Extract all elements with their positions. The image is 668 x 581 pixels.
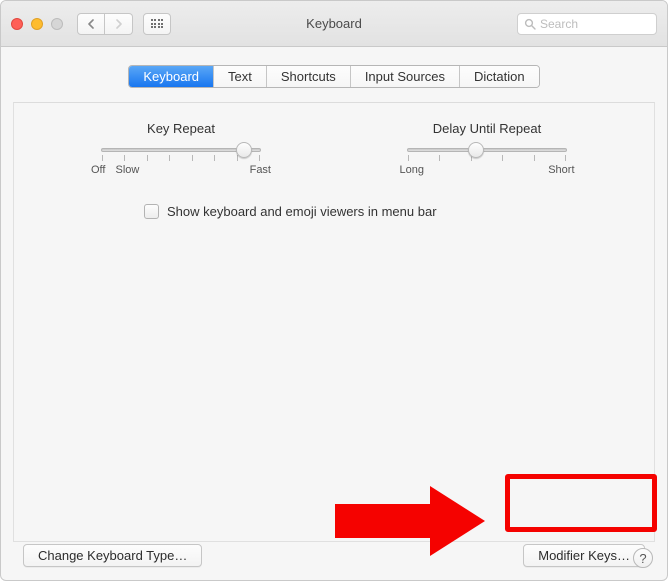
chevron-left-icon [87, 19, 95, 29]
window-controls [11, 18, 63, 30]
show-viewers-row: Show keyboard and emoji viewers in menu … [144, 204, 630, 219]
show-viewers-checkbox[interactable] [144, 204, 159, 219]
range-short-label: Short [548, 164, 574, 176]
tab-dictation[interactable]: Dictation [460, 66, 539, 87]
tab-input-sources[interactable]: Input Sources [351, 66, 460, 87]
bottom-buttons: Change Keyboard Type… Modifier Keys… [11, 544, 657, 567]
range-long-label: Long [400, 164, 424, 176]
key-repeat-group: Key Repeat Off Slow Fast [81, 121, 281, 176]
back-button[interactable] [77, 13, 105, 35]
sliders-row: Key Repeat Off Slow Fast Delay Unti [38, 121, 630, 176]
tab-bar: Keyboard Text Shortcuts Input Sources Di… [1, 65, 667, 88]
key-repeat-range-labels: Off Slow Fast [91, 164, 271, 176]
forward-button [105, 13, 133, 35]
delay-repeat-slider[interactable] [407, 148, 567, 152]
range-slow-label: Slow [115, 164, 139, 176]
nav-group [77, 13, 133, 35]
preferences-window: Keyboard Search Keyboard Text Shortcuts … [0, 0, 668, 581]
slider-knob[interactable] [468, 142, 484, 158]
show-viewers-label: Show keyboard and emoji viewers in menu … [167, 204, 437, 219]
range-off-label: Off [91, 164, 105, 176]
minimize-icon[interactable] [31, 18, 43, 30]
show-all-button[interactable] [143, 13, 171, 35]
modifier-keys-button[interactable]: Modifier Keys… [523, 544, 645, 567]
search-field[interactable]: Search [517, 13, 657, 35]
zoom-icon [51, 18, 63, 30]
window-title: Keyboard [306, 16, 362, 31]
annotation-highlight-box [505, 474, 657, 532]
delay-repeat-label: Delay Until Repeat [433, 121, 541, 136]
close-icon[interactable] [11, 18, 23, 30]
delay-repeat-range-labels: Long Short [400, 164, 575, 176]
help-button[interactable]: ? [633, 548, 653, 568]
tab-keyboard[interactable]: Keyboard [129, 66, 214, 87]
key-repeat-slider[interactable] [101, 148, 261, 152]
search-icon [524, 18, 536, 30]
chevron-right-icon [115, 19, 123, 29]
change-keyboard-type-button[interactable]: Change Keyboard Type… [23, 544, 202, 567]
key-repeat-label: Key Repeat [147, 121, 215, 136]
titlebar: Keyboard Search [1, 1, 667, 47]
search-placeholder: Search [540, 17, 578, 31]
help-icon: ? [639, 551, 646, 566]
slider-ticks [408, 155, 566, 163]
range-fast-label: Fast [250, 164, 271, 176]
delay-repeat-group: Delay Until Repeat Long Short [387, 121, 587, 176]
grid-icon [151, 19, 164, 28]
tab-shortcuts[interactable]: Shortcuts [267, 66, 351, 87]
window-body: Keyboard Text Shortcuts Input Sources Di… [1, 65, 667, 542]
slider-ticks [102, 155, 260, 163]
annotation-arrow-icon [335, 486, 485, 556]
tab-text[interactable]: Text [214, 66, 267, 87]
